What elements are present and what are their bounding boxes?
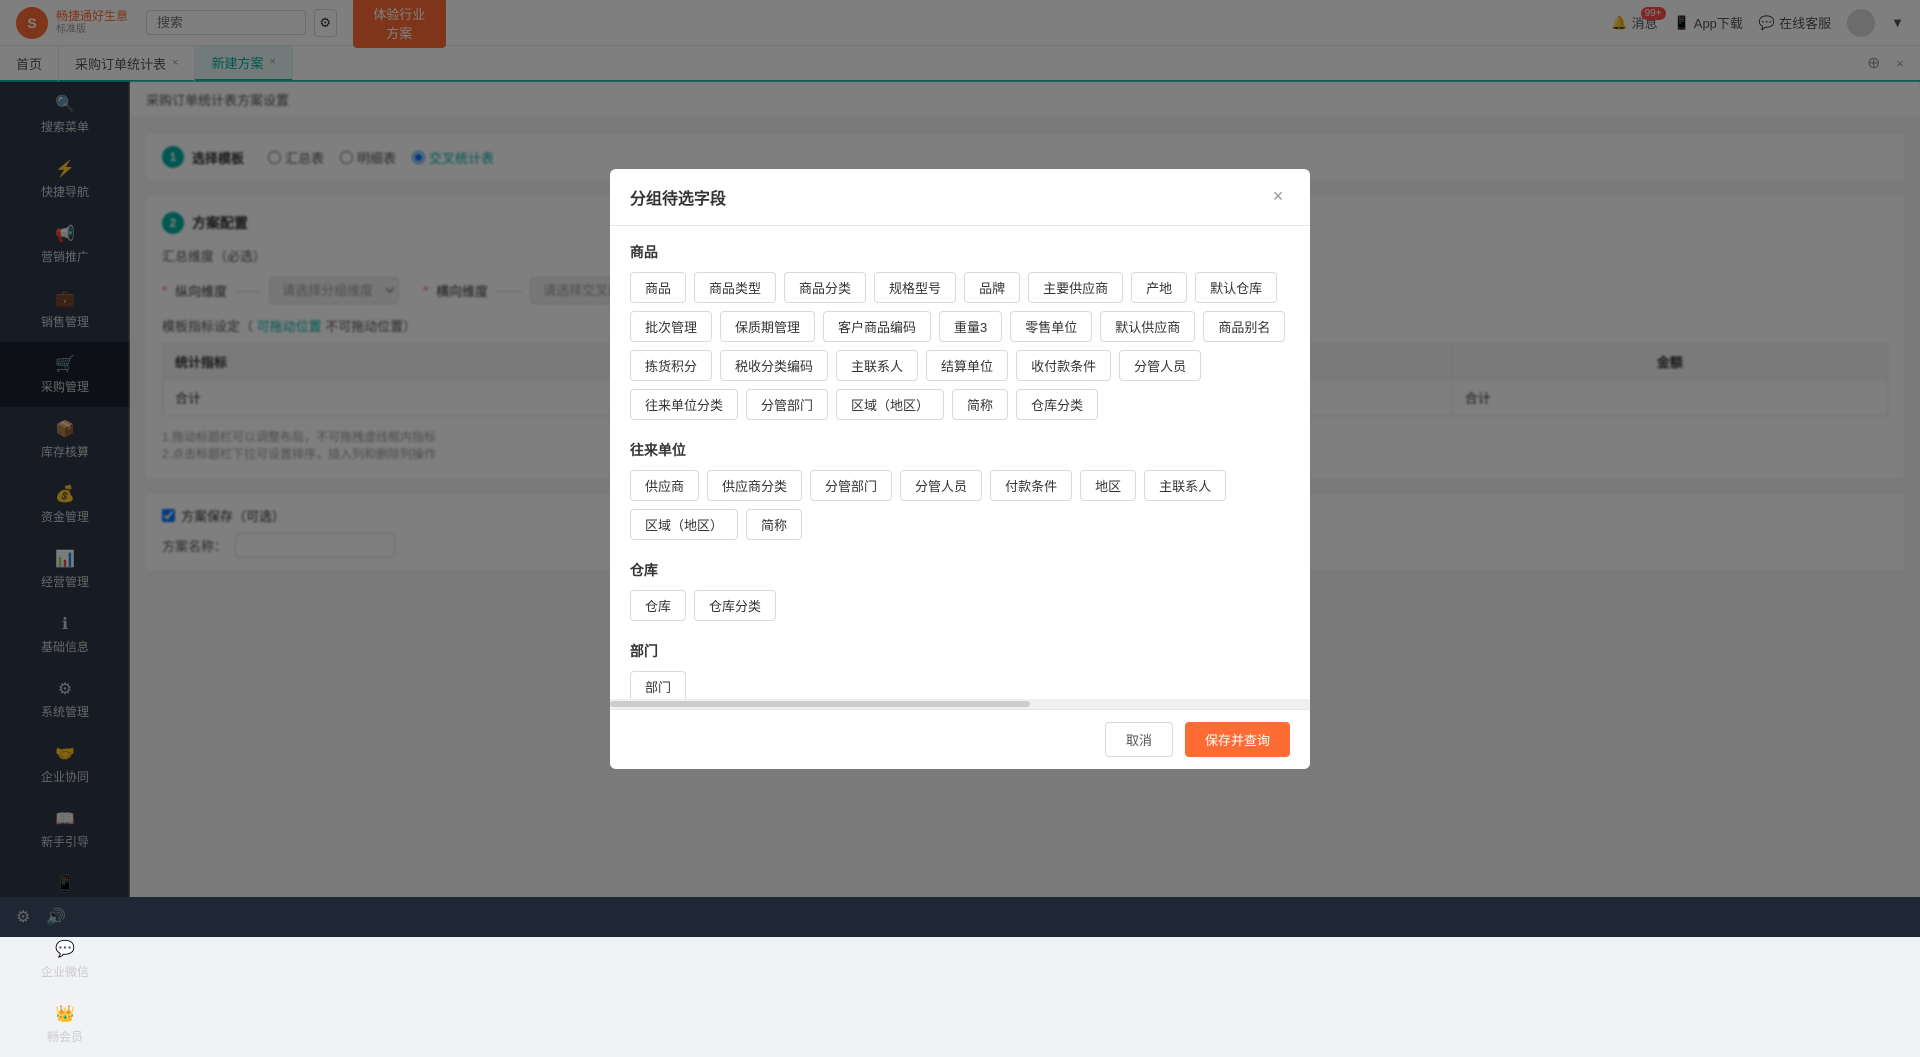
product-fields: 商品 商品类型 商品分类 规格型号 品牌 主要供应商 产地 默认仓库 批次管理 … [630, 272, 1290, 420]
field-tag[interactable]: 商品分类 [784, 272, 866, 303]
group-partner-title: 往来单位 [630, 440, 1290, 460]
group-product-title: 商品 [630, 242, 1290, 262]
group-warehouse-title: 仓库 [630, 560, 1290, 580]
field-tag[interactable]: 零售单位 [1010, 311, 1092, 342]
field-tag[interactable]: 部门 [630, 671, 686, 699]
dialog-body: 商品 商品 商品类型 商品分类 规格型号 品牌 主要供应商 产地 默认仓库 批次… [610, 226, 1310, 699]
field-tag[interactable]: 供应商分类 [707, 470, 802, 501]
field-tag[interactable]: 产地 [1131, 272, 1187, 303]
sidebar-item-vip[interactable]: 👑 畅会员 [0, 992, 130, 1057]
vip-icon: 👑 [55, 1004, 75, 1024]
field-tag[interactable]: 商品类型 [694, 272, 776, 303]
field-tag[interactable]: 往来单位分类 [630, 389, 738, 420]
field-tag[interactable]: 付款条件 [990, 470, 1072, 501]
dialog-title: 分组待选字段 [630, 185, 726, 209]
field-tag[interactable]: 供应商 [630, 470, 699, 501]
field-tag[interactable]: 拣货积分 [630, 350, 712, 381]
dialog-hscroll-thumb [610, 701, 1030, 707]
field-tag[interactable]: 商品 [630, 272, 686, 303]
field-group-partner: 往来单位 供应商 供应商分类 分管部门 分管人员 付款条件 地区 主联系人 区域… [630, 440, 1290, 540]
field-tag[interactable]: 分管部门 [746, 389, 828, 420]
field-tag[interactable]: 主联系人 [836, 350, 918, 381]
warehouse-fields: 仓库 仓库分类 [630, 590, 1290, 621]
cancel-button[interactable]: 取消 [1105, 722, 1173, 757]
field-tag[interactable]: 主要供应商 [1028, 272, 1123, 303]
dialog-overlay: 分组待选字段 × 商品 商品 商品类型 商品分类 规格型号 品牌 主要供应商 产… [0, 0, 1920, 937]
field-tag[interactable]: 区域（地区） [836, 389, 944, 420]
field-tag[interactable]: 重量3 [939, 311, 1002, 342]
dialog: 分组待选字段 × 商品 商品 商品类型 商品分类 规格型号 品牌 主要供应商 产… [610, 169, 1310, 769]
field-tag[interactable]: 简称 [952, 389, 1008, 420]
dialog-header: 分组待选字段 × [610, 169, 1310, 226]
field-tag[interactable]: 仓库分类 [1016, 389, 1098, 420]
field-group-warehouse: 仓库 仓库 仓库分类 [630, 560, 1290, 621]
field-tag[interactable]: 仓库分类 [694, 590, 776, 621]
wechat-icon: 💬 [55, 939, 75, 959]
confirm-button[interactable]: 保存并查询 [1185, 722, 1290, 757]
field-tag[interactable]: 简称 [746, 509, 802, 540]
field-tag[interactable]: 分管人员 [1119, 350, 1201, 381]
field-tag[interactable]: 品牌 [964, 272, 1020, 303]
group-dept-title: 部门 [630, 641, 1290, 661]
field-tag[interactable]: 区域（地区） [630, 509, 738, 540]
field-tag[interactable]: 分管人员 [900, 470, 982, 501]
field-tag[interactable]: 规格型号 [874, 272, 956, 303]
dialog-horizontal-scrollbar[interactable] [610, 699, 1310, 709]
field-tag[interactable]: 收付款条件 [1016, 350, 1111, 381]
field-group-dept: 部门 部门 [630, 641, 1290, 699]
field-tag[interactable]: 分管部门 [810, 470, 892, 501]
field-group-product: 商品 商品 商品类型 商品分类 规格型号 品牌 主要供应商 产地 默认仓库 批次… [630, 242, 1290, 420]
field-tag[interactable]: 主联系人 [1144, 470, 1226, 501]
field-tag[interactable]: 税收分类编码 [720, 350, 828, 381]
field-tag[interactable]: 地区 [1080, 470, 1136, 501]
field-tag[interactable]: 结算单位 [926, 350, 1008, 381]
field-tag[interactable]: 保质期管理 [720, 311, 815, 342]
dialog-close-button[interactable]: × [1266, 185, 1290, 209]
field-tag[interactable]: 商品别名 [1203, 311, 1285, 342]
dialog-footer: 取消 保存并查询 [610, 709, 1310, 769]
field-tag[interactable]: 默认仓库 [1195, 272, 1277, 303]
dept-fields: 部门 [630, 671, 1290, 699]
field-tag[interactable]: 默认供应商 [1100, 311, 1195, 342]
field-tag[interactable]: 客户商品编码 [823, 311, 931, 342]
partner-fields: 供应商 供应商分类 分管部门 分管人员 付款条件 地区 主联系人 区域（地区） … [630, 470, 1290, 540]
field-tag[interactable]: 仓库 [630, 590, 686, 621]
field-tag[interactable]: 批次管理 [630, 311, 712, 342]
